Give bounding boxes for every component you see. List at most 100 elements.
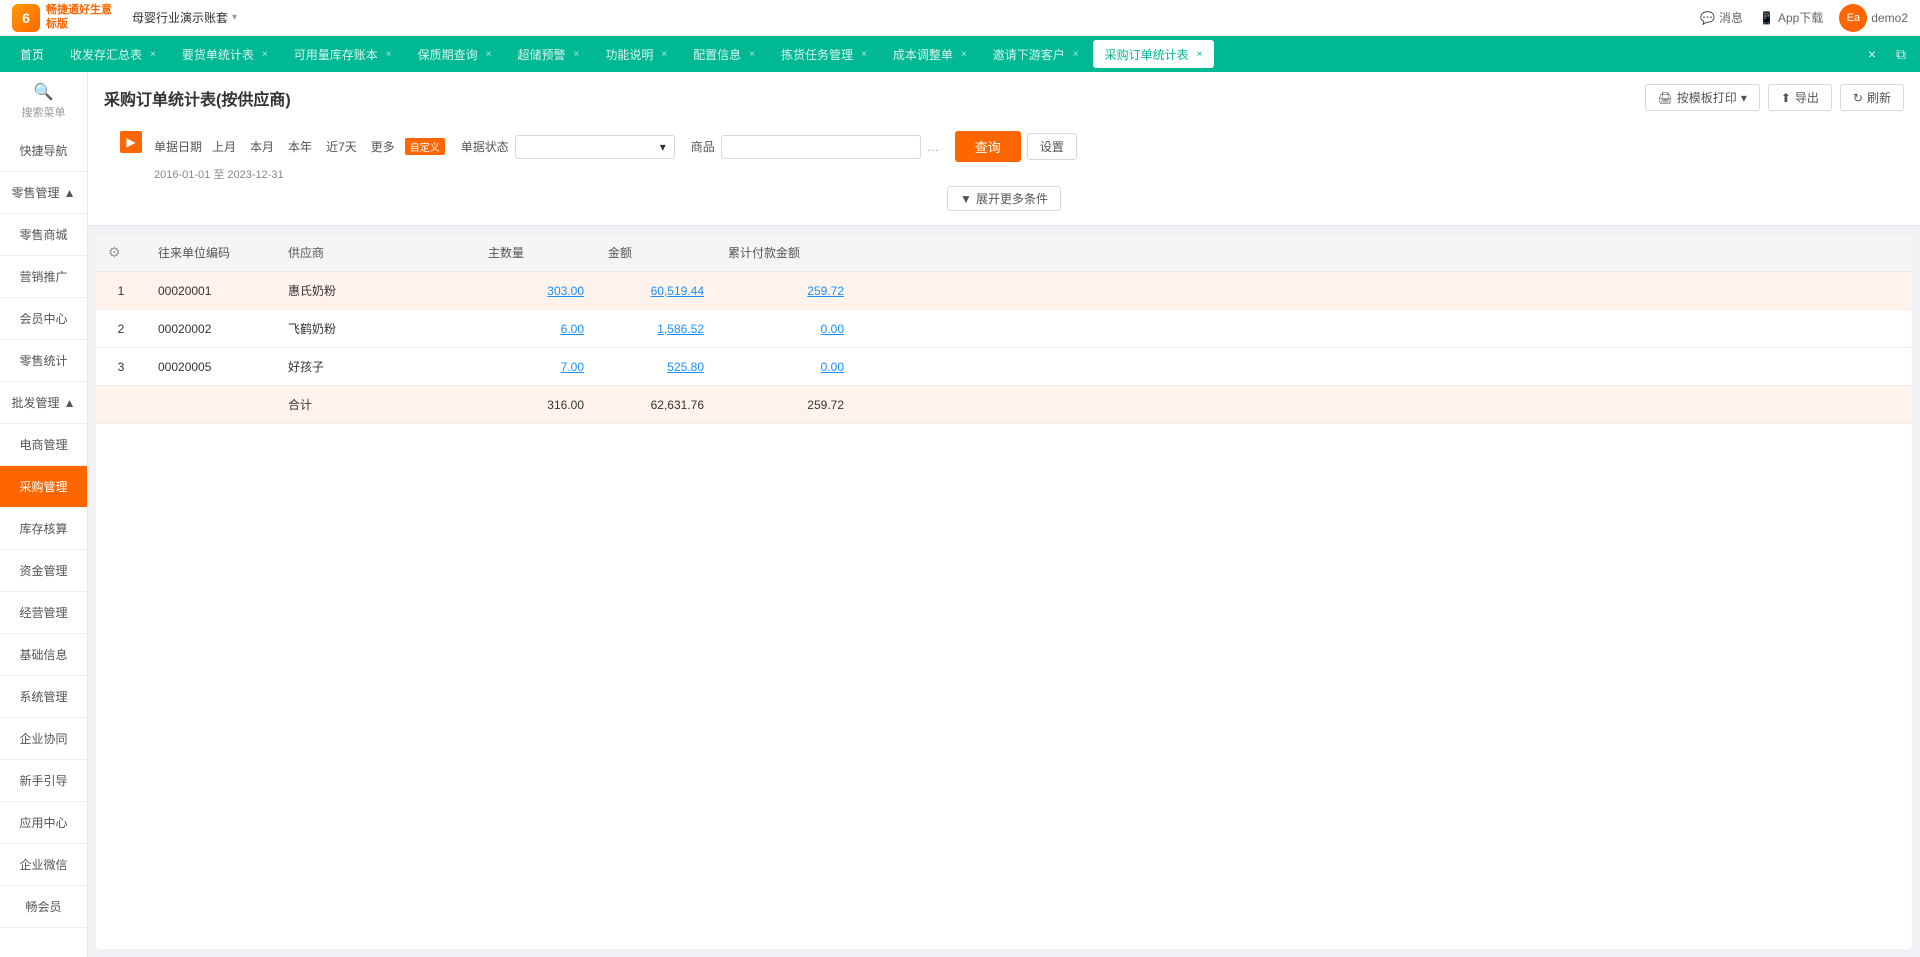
restore-window-button[interactable]: ⧉ xyxy=(1890,44,1912,65)
col-amount-header: 金额 xyxy=(596,234,716,272)
sidebar-item-member[interactable]: 畅会员 xyxy=(0,886,87,928)
settings-button[interactable]: 设置 xyxy=(1027,133,1077,160)
close-icon[interactable]: × xyxy=(486,49,492,60)
sidebar-item-app-center[interactable]: 应用中心 xyxy=(0,802,87,844)
close-window-button[interactable]: × xyxy=(1862,44,1882,64)
sidebar-item-inventory[interactable]: 库存核算 xyxy=(0,508,87,550)
app-download-button[interactable]: 📱 App下载 xyxy=(1759,9,1823,26)
page-title-row: 采购订单统计表(按供应商) 🖨 按模板打印 ▾ ⬆ 导出 ↻ 刷新 xyxy=(104,84,1904,111)
close-icon[interactable]: × xyxy=(1197,49,1203,60)
sidebar-item-operations[interactable]: 经营管理 xyxy=(0,592,87,634)
shortcut-last-month[interactable]: 上月 xyxy=(208,136,240,157)
cell-supplier: 飞鹤奶粉 xyxy=(276,310,476,348)
close-icon[interactable]: × xyxy=(1073,49,1079,60)
sidebar-item-ecommerce[interactable]: 电商管理 xyxy=(0,424,87,466)
tab-kuyong[interactable]: 可用量库存账本 × xyxy=(282,40,404,68)
close-icon[interactable]: × xyxy=(573,49,579,60)
sidebar-item-member-center[interactable]: 会员中心 xyxy=(0,298,87,340)
col-code-header: 往来单位编码 xyxy=(146,234,276,272)
table-row: 2 00020002 飞鹤奶粉 6.00 1,586.52 0.00 xyxy=(96,310,1912,348)
amount-link[interactable]: 1,586.52 xyxy=(657,322,704,336)
sidebar-item-marketing[interactable]: 营销推广 xyxy=(0,256,87,298)
footer-gear xyxy=(96,386,146,424)
expand-more-button[interactable]: ▼ 展开更多条件 xyxy=(947,186,1061,211)
footer-label-cell xyxy=(146,386,276,424)
gear-icon[interactable]: ⚙ xyxy=(108,244,121,260)
search-icon: 🔍 xyxy=(8,82,79,102)
refresh-button[interactable]: ↻ 刷新 xyxy=(1840,84,1904,111)
close-icon[interactable]: × xyxy=(749,49,755,60)
tab-yaoqing[interactable]: 邀请下游客户 × xyxy=(981,40,1091,68)
page-title: 采购订单统计表(按供应商) xyxy=(104,86,291,110)
date-range-display: 2016-01-01 至 2023-12-31 xyxy=(154,166,1888,182)
close-icon[interactable]: × xyxy=(861,49,867,60)
footer-paid: 259.72 xyxy=(716,386,856,424)
filter-row-1: 单据日期 上月 本月 本年 近7天 更多 自定义 xyxy=(154,131,1888,162)
goods-input[interactable] xyxy=(721,135,921,159)
cell-qty: 6.00 xyxy=(476,310,596,348)
close-icon[interactable]: × xyxy=(262,49,268,60)
table-row: 1 00020001 惠氏奶粉 303.00 60,519.44 259.72 xyxy=(96,272,1912,310)
tab-shoufacun[interactable]: 收发存汇总表 × xyxy=(58,40,168,68)
sidebar-search[interactable]: 🔍 搜索菜单 xyxy=(0,72,87,130)
user-menu[interactable]: Ea demo2 xyxy=(1839,4,1908,32)
footer-extra xyxy=(856,386,1912,424)
close-icon[interactable]: × xyxy=(386,49,392,60)
paid-link[interactable]: 0.00 xyxy=(821,360,844,374)
sidebar-item-wholesale-mgmt[interactable]: 批发管理 ▲ xyxy=(0,382,87,424)
sidebar-item-retail-mgmt[interactable]: 零售管理 ▲ xyxy=(0,172,87,214)
shortcut-7days[interactable]: 近7天 xyxy=(322,136,361,157)
sidebar-item-system[interactable]: 系统管理 xyxy=(0,676,87,718)
paid-link[interactable]: 0.00 xyxy=(821,322,844,336)
status-select[interactable]: ▾ xyxy=(515,135,675,159)
qty-link[interactable]: 7.00 xyxy=(561,360,584,374)
amount-link[interactable]: 525.80 xyxy=(667,360,704,374)
tab-peizhi[interactable]: 配置信息 × xyxy=(681,40,767,68)
expand-row: ▼ 展开更多条件 xyxy=(120,182,1888,215)
shortcut-this-year[interactable]: 本年 xyxy=(284,136,316,157)
export-button[interactable]: ⬆ 导出 xyxy=(1768,84,1832,111)
amount-link[interactable]: 60,519.44 xyxy=(651,284,704,298)
sidebar-item-basic-info[interactable]: 基础信息 xyxy=(0,634,87,676)
tab-home[interactable]: 首页 xyxy=(8,40,56,68)
goods-filter: 商品 … xyxy=(691,135,939,159)
tab-gongneng[interactable]: 功能说明 × xyxy=(593,40,679,68)
chevron-icon: ▲ xyxy=(64,186,76,200)
tab-jianhuo[interactable]: 拣货任务管理 × xyxy=(769,40,879,68)
sidebar-item-shortcut[interactable]: 快捷导航 xyxy=(0,130,87,172)
filter-toggle-button[interactable]: ▶ xyxy=(120,131,142,153)
tab-caigou[interactable]: 采购订单统计表 × xyxy=(1093,40,1215,68)
footer-amount: 62,631.76 xyxy=(596,386,716,424)
sidebar-item-guide[interactable]: 新手引导 xyxy=(0,760,87,802)
custom-date-badge[interactable]: 自定义 xyxy=(405,138,445,155)
paid-link[interactable]: 259.72 xyxy=(807,284,844,298)
sidebar-item-enterprise[interactable]: 企业协同 xyxy=(0,718,87,760)
top-bar: 6 畅捷通好生意 标版 母婴行业演示账套 ▾ 💬 消息 📱 App下载 Ea d… xyxy=(0,0,1920,36)
cell-amount: 1,586.52 xyxy=(596,310,716,348)
shortcut-more[interactable]: 更多 xyxy=(367,136,399,157)
print-button[interactable]: 🖨 按模板打印 ▾ xyxy=(1645,84,1760,111)
sidebar-item-retail-stats[interactable]: 零售统计 xyxy=(0,340,87,382)
sidebar-item-finance[interactable]: 资金管理 xyxy=(0,550,87,592)
download-icon: 📱 xyxy=(1759,11,1774,25)
close-icon[interactable]: × xyxy=(150,49,156,60)
close-icon[interactable]: × xyxy=(661,49,667,60)
sidebar-item-purchase[interactable]: 采购管理 xyxy=(0,466,87,508)
workspace-selector[interactable]: 母婴行业演示账套 ▾ xyxy=(132,9,237,26)
cell-code: 00020002 xyxy=(146,310,276,348)
tab-baozhi[interactable]: 保质期查询 × xyxy=(406,40,504,68)
tab-yaohuo[interactable]: 要货单统计表 × xyxy=(170,40,280,68)
cell-amount: 60,519.44 xyxy=(596,272,716,310)
message-button[interactable]: 💬 消息 xyxy=(1700,9,1743,26)
tab-chaochu[interactable]: 超储预警 × xyxy=(505,40,591,68)
close-icon[interactable]: × xyxy=(961,49,967,60)
qty-link[interactable]: 303.00 xyxy=(547,284,584,298)
qty-link[interactable]: 6.00 xyxy=(561,322,584,336)
sidebar-item-wechat[interactable]: 企业微信 xyxy=(0,844,87,886)
goods-more-icon[interactable]: … xyxy=(927,140,939,154)
col-supplier-header: 供应商 xyxy=(276,234,476,272)
shortcut-this-month[interactable]: 本月 xyxy=(246,136,278,157)
tab-chengben[interactable]: 成本调整单 × xyxy=(881,40,979,68)
query-button[interactable]: 查询 xyxy=(955,131,1021,162)
sidebar-item-retail-store[interactable]: 零售商城 xyxy=(0,214,87,256)
